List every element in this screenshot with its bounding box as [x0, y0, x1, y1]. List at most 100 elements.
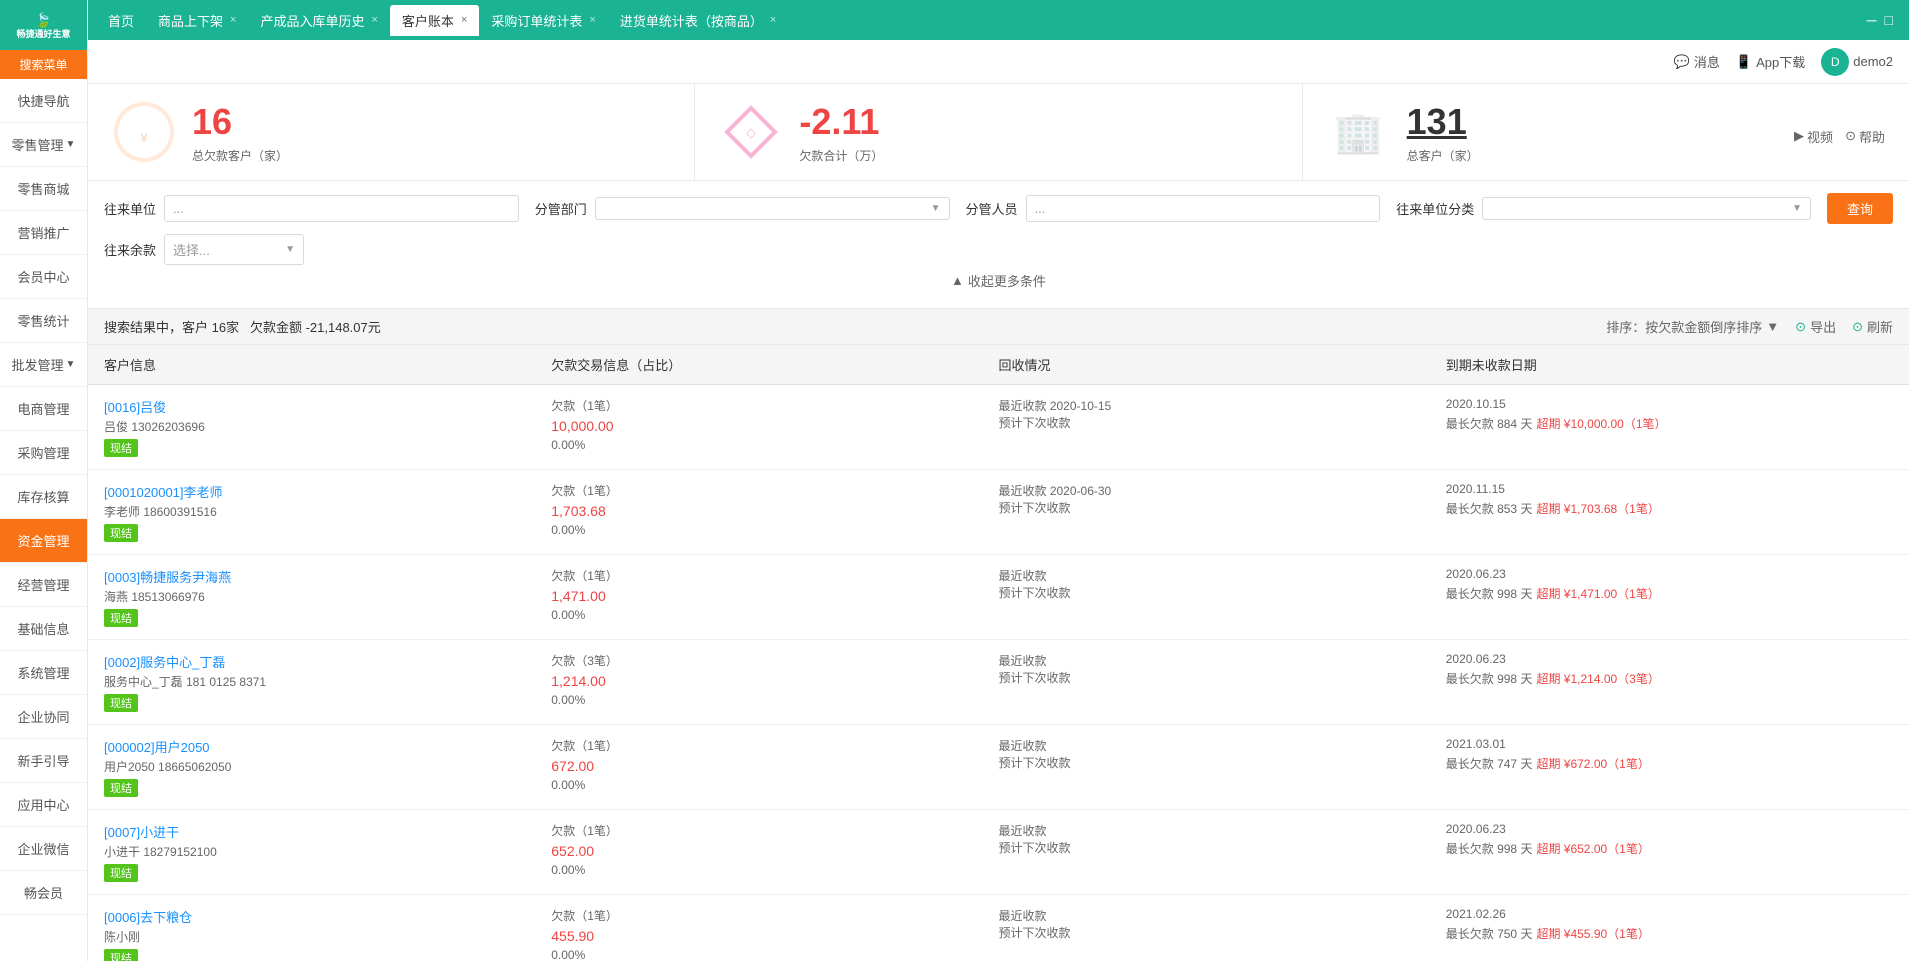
sidebar-item-畅会员[interactable]: 畅会员 [0, 871, 87, 915]
debt-amount: 1,214.00 [551, 673, 998, 689]
sidebar: 🍃 畅捷通好生意 搜索菜单 快捷导航零售管理▼零售商城营销推广会员中心零售统计批… [0, 0, 88, 961]
results-bar: 搜索结果中，客户 16家 欠款金额 -21,148.07元 排序：按欠款金额倒序… [88, 309, 1909, 345]
sidebar-item-经营管理[interactable]: 经营管理 [0, 563, 87, 607]
customer-name-link[interactable]: [0006]去下粮仓 [104, 910, 192, 925]
close-tab-icon[interactable]: × [770, 14, 776, 26]
tab-customer-ledger[interactable]: 客户账本 × [390, 5, 479, 36]
sidebar-item-零售统计[interactable]: 零售统计 [0, 299, 87, 343]
sort-selector[interactable]: 排序：按欠款金额倒序排序 ▼ [1606, 317, 1779, 336]
sidebar-item-采购管理[interactable]: 采购管理 [0, 431, 87, 475]
close-tab-icon[interactable]: × [589, 14, 595, 26]
sidebar-item-资金管理[interactable]: 资金管理 [0, 519, 87, 563]
sidebar-item-应用中心[interactable]: 应用中心 [0, 783, 87, 827]
collapse-filter-button[interactable]: ▲ 收起更多条件 [104, 265, 1893, 296]
sidebar-item-零售管理[interactable]: 零售管理▼ [0, 123, 87, 167]
refresh-button[interactable]: ⊙ 刷新 [1852, 317, 1893, 336]
due-date-cell: 2021.02.26 最长欠款 750 天 超期 ¥455.90（1笔） [1446, 907, 1893, 942]
customer-name-link[interactable]: [0016]吕俊 [104, 400, 166, 415]
customer-phone: 吕俊 13026203696 [104, 418, 551, 435]
minimize-button[interactable]: ─ [1867, 12, 1877, 28]
stat-help-buttons: ▶ 视频 ⊙ 帮助 [1794, 119, 1885, 146]
source-unit-input[interactable]: ... [164, 195, 519, 222]
sidebar-item-批发管理[interactable]: 批发管理▼ [0, 343, 87, 387]
filter-area: 往来单位 ... 分管部门 ▼ 分管人员 ... [88, 181, 1909, 309]
sidebar-item-零售商城[interactable]: 零售商城 [0, 167, 87, 211]
overdue-link[interactable]: 超期 ¥10,000.00（1笔） [1536, 415, 1666, 432]
recent-payment: 最近收款 [999, 652, 1446, 669]
overdue-days: 最长欠款 998 天 [1446, 585, 1533, 602]
customer-name-link[interactable]: [0001020001]李老师 [104, 485, 223, 500]
customer-info-cell: [0016]吕俊 吕俊 13026203696 现结 [104, 397, 551, 457]
mobile-icon: 📱 [1736, 54, 1752, 70]
user-menu[interactable]: D demo2 [1821, 48, 1893, 76]
tab-goods-stats[interactable]: 进货单统计表（按商品） × [608, 5, 788, 36]
overdue-link[interactable]: 超期 ¥1,471.00（1笔） [1536, 585, 1659, 602]
overdue-days: 最长欠款 998 天 [1446, 670, 1533, 687]
overdue-link[interactable]: 超期 ¥455.90（1笔） [1536, 925, 1649, 942]
sidebar-item-企业微信[interactable]: 企业微信 [0, 827, 87, 871]
customer-table: 客户信息 欠款交易信息（占比） 回收情况 到期未收款日期 [0016]吕俊 吕俊… [88, 345, 1909, 961]
debt-info-cell: 欠款（1笔） 1,703.68 0.00% [551, 482, 998, 537]
due-date-cell: 2020.11.15 最长欠款 853 天 超期 ¥1,703.68（1笔） [1446, 482, 1893, 517]
sidebar-item-库存核算[interactable]: 库存核算 [0, 475, 87, 519]
sidebar-item-新手引导[interactable]: 新手引导 [0, 739, 87, 783]
dept-select[interactable]: ▼ [595, 197, 950, 220]
next-payment: 预计下次收款 [999, 499, 1446, 516]
overdue-days: 最长欠款 853 天 [1446, 500, 1533, 517]
stat-card-debt-total: ◇ -2.11 欠款合计（万） [695, 84, 1302, 180]
sidebar-item-系统管理[interactable]: 系统管理 [0, 651, 87, 695]
search-menu-item[interactable]: 搜索菜单 [0, 50, 87, 79]
due-date: 2021.03.01 [1446, 737, 1893, 751]
debt-count: 欠款（1笔） [551, 397, 998, 414]
message-button[interactable]: 💬 消息 [1674, 52, 1720, 71]
close-tab-icon[interactable]: × [461, 14, 467, 26]
unit-category-select[interactable]: ▼ [1482, 197, 1811, 220]
sidebar-item-快捷导航[interactable]: 快捷导航 [0, 79, 87, 123]
customer-name-link[interactable]: [0003]畅捷服务尹海燕 [104, 570, 231, 585]
close-tab-icon[interactable]: × [230, 14, 236, 26]
table-row: [0003]畅捷服务尹海燕 海燕 18513066976 现结 欠款（1笔） 1… [88, 555, 1909, 640]
customer-name-link[interactable]: [0007]小进干 [104, 825, 179, 840]
video-help-button[interactable]: ▶ 视频 [1794, 127, 1833, 146]
header-due-date: 到期未收款日期 [1446, 355, 1893, 374]
customer-info-cell: [0007]小进干 小进干 18279152100 现结 [104, 822, 551, 882]
customer-name-link[interactable]: [000002]用户2050 [104, 740, 210, 755]
balance-select[interactable]: 选择... ▼ [164, 234, 304, 265]
overdue-link[interactable]: 超期 ¥652.00（1笔） [1536, 840, 1649, 857]
overdue-link[interactable]: 超期 ¥1,214.00（3笔） [1536, 670, 1659, 687]
video-icon: ▶ [1794, 128, 1804, 144]
customer-name-link[interactable]: [0002]服务中心_丁磊 [104, 655, 225, 670]
customer-tag: 现结 [104, 864, 138, 882]
tab-product-status[interactable]: 商品上下架 × [146, 5, 248, 36]
export-button[interactable]: ⊙ 导出 [1795, 317, 1836, 336]
export-icon: ⊙ [1795, 319, 1806, 335]
customer-tag: 现结 [104, 524, 138, 542]
message-icon: 💬 [1674, 54, 1690, 70]
sidebar-logo: 🍃 畅捷通好生意 [0, 0, 87, 50]
tab-purchase-stats[interactable]: 采购订单统计表 × [479, 5, 607, 36]
debt-count: 欠款（1笔） [551, 737, 998, 754]
app-download-button[interactable]: 📱 App下载 [1736, 52, 1805, 71]
expand-icon: ▼ [66, 359, 76, 370]
help-button[interactable]: ⊙ 帮助 [1845, 127, 1885, 146]
overdue-link[interactable]: 超期 ¥672.00（1笔） [1536, 755, 1649, 772]
close-tab-icon[interactable]: × [371, 14, 377, 26]
person-input[interactable]: ... [1026, 195, 1381, 222]
sidebar-item-基础信息[interactable]: 基础信息 [0, 607, 87, 651]
due-date: 2020.06.23 [1446, 652, 1893, 666]
tab-inventory-history[interactable]: 产成品入库单历史 × [248, 5, 389, 36]
maximize-button[interactable]: □ [1885, 12, 1893, 28]
sidebar-item-电商管理[interactable]: 电商管理 [0, 387, 87, 431]
customer-info-cell: [0003]畅捷服务尹海燕 海燕 18513066976 现结 [104, 567, 551, 627]
sidebar-item-会员中心[interactable]: 会员中心 [0, 255, 87, 299]
recent-payment: 最近收款 [999, 822, 1446, 839]
debt-count: 欠款（1笔） [551, 482, 998, 499]
sidebar-item-营销推广[interactable]: 营销推广 [0, 211, 87, 255]
stat-card-debt-customers: ¥ 16 总欠款客户（家） [88, 84, 695, 180]
query-button[interactable]: 查询 [1827, 193, 1893, 224]
tab-home[interactable]: 首页 [96, 5, 146, 36]
overdue-link[interactable]: 超期 ¥1,703.68（1笔） [1536, 500, 1659, 517]
next-payment: 预计下次收款 [999, 669, 1446, 686]
filter-dept: 分管部门 ▼ [535, 197, 950, 220]
sidebar-item-企业协同[interactable]: 企业协同 [0, 695, 87, 739]
